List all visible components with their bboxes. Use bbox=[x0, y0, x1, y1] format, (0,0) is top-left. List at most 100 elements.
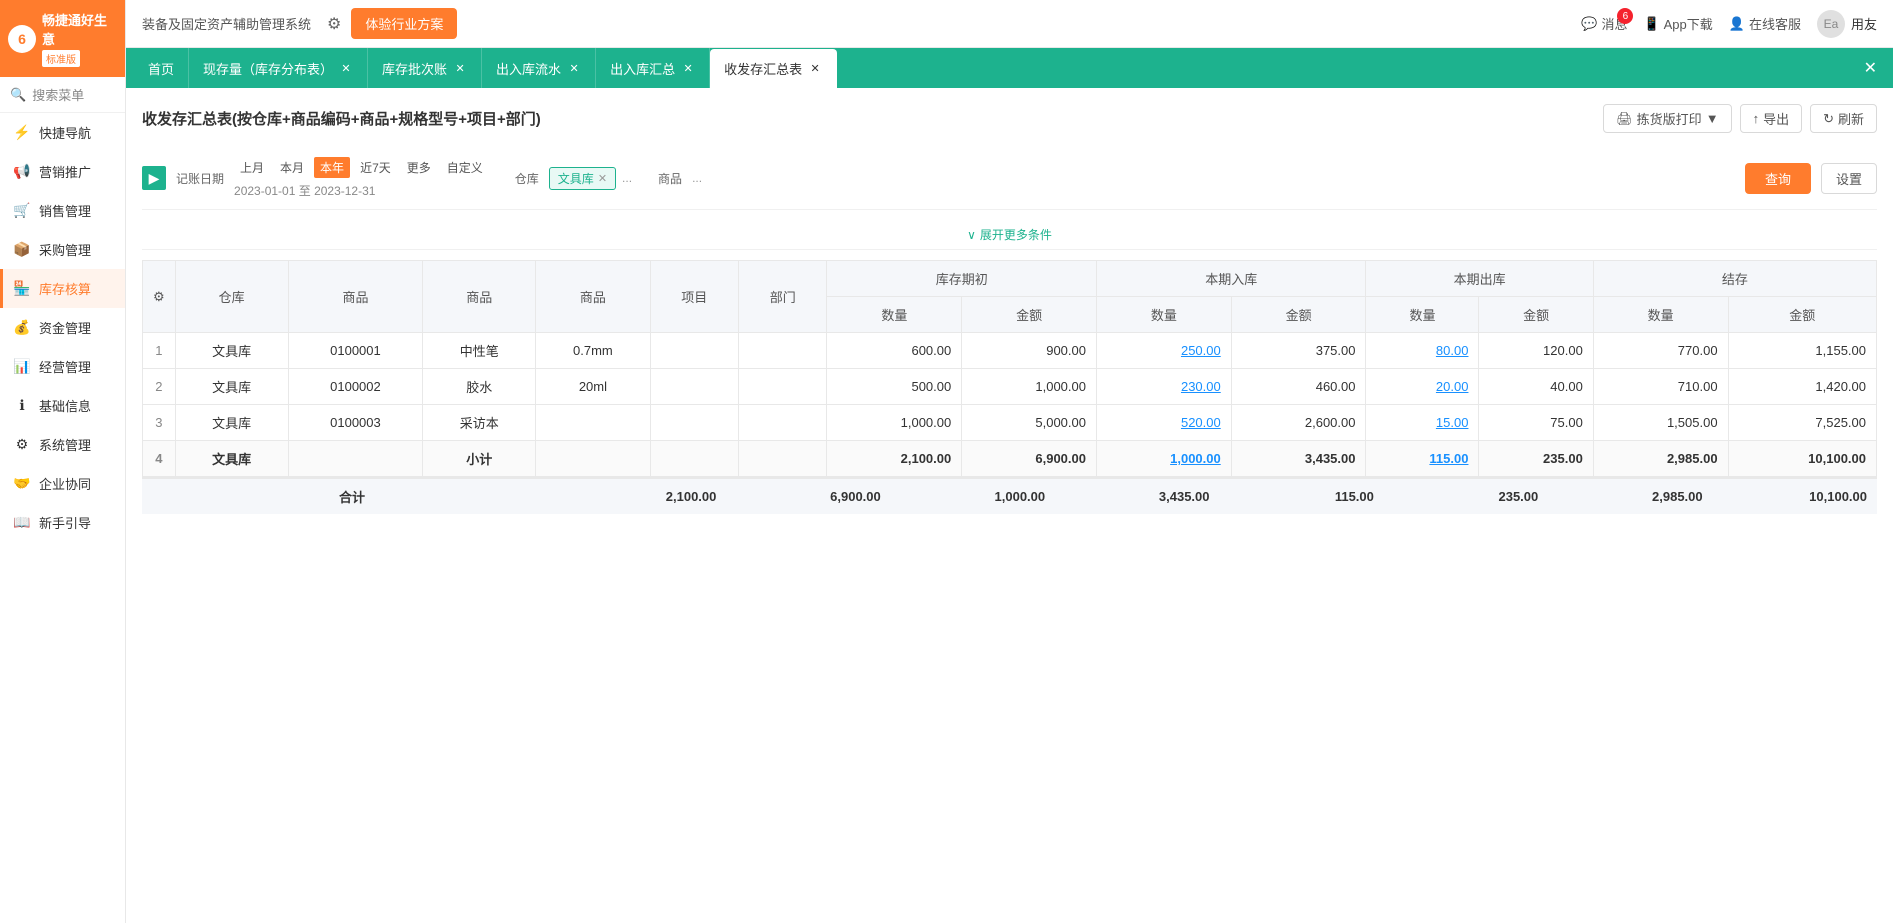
tab-in-out-summary[interactable]: 出入库汇总 ✕ bbox=[596, 48, 710, 88]
tab-home[interactable]: 首页 bbox=[134, 48, 189, 88]
row-close-qty-0: 770.00 bbox=[1593, 333, 1728, 369]
sidebar-item-operations[interactable]: 📊 经营管理 bbox=[0, 347, 125, 386]
row-warehouse-2: 文具库 bbox=[175, 405, 288, 441]
shortcut-more[interactable]: 更多 bbox=[401, 157, 437, 178]
refresh-btn[interactable]: ↻ 刷新 bbox=[1810, 104, 1877, 133]
sidebar-item-system[interactable]: ⚙ 系统管理 bbox=[0, 425, 125, 464]
topbar-gear-icon[interactable]: ⚙ bbox=[327, 14, 341, 34]
row-settings-0[interactable]: 1 bbox=[143, 333, 176, 369]
tab-close-in-out-summary[interactable]: ✕ bbox=[681, 61, 695, 75]
tab-label-in-out-summary: 出入库汇总 bbox=[610, 59, 675, 78]
row-in-amt-2: 2,600.00 bbox=[1231, 405, 1366, 441]
row-project-0 bbox=[650, 333, 738, 369]
shortcut-this-year[interactable]: 本年 bbox=[314, 157, 350, 178]
out-qty-link-0[interactable]: 80.00 bbox=[1436, 343, 1469, 358]
topbar: 装备及固定资产辅助管理系统 ⚙ 体验行业方案 💬 消息 6 📱 App下载 👤 … bbox=[126, 0, 1893, 48]
sidebar-item-purchase[interactable]: 📦 采购管理 bbox=[0, 230, 125, 269]
goods-more-btn[interactable]: ... bbox=[692, 171, 702, 185]
row-settings-2[interactable]: 3 bbox=[143, 405, 176, 441]
shortcut-custom[interactable]: 自定义 bbox=[441, 157, 489, 178]
sidebar-item-inventory[interactable]: 🏪 库存核算 bbox=[0, 269, 125, 308]
row-in-qty-3[interactable]: 1,000.00 bbox=[1096, 441, 1231, 477]
tab-inventory-dist[interactable]: 现存量（库存分布表）✕ bbox=[189, 48, 368, 88]
app-download-action[interactable]: 📱 App下载 bbox=[1643, 14, 1712, 33]
shortcut-this-month[interactable]: 本月 bbox=[274, 157, 310, 178]
query-btn[interactable]: 查询 bbox=[1745, 163, 1811, 194]
print-btn[interactable]: 🖨 拣货版打印 ▼ bbox=[1603, 104, 1731, 133]
sidebar-item-sales[interactable]: 🛒 销售管理 bbox=[0, 191, 125, 230]
shortcut-7days[interactable]: 近7天 bbox=[354, 157, 397, 178]
row-open-qty-1: 500.00 bbox=[827, 369, 962, 405]
nav-icon-sales: 🛒 bbox=[13, 202, 31, 220]
in-qty-link-2[interactable]: 520.00 bbox=[1181, 415, 1221, 430]
sidebar-item-marketing[interactable]: 📢 营销推广 bbox=[0, 152, 125, 191]
row-in-qty-0[interactable]: 250.00 bbox=[1096, 333, 1231, 369]
sidebar-item-basic[interactable]: ℹ 基础信息 bbox=[0, 386, 125, 425]
sidebar-item-guide[interactable]: 📖 新手引导 bbox=[0, 503, 125, 542]
tabs-container: 首页现存量（库存分布表）✕库存批次账✕出入库流水✕出入库汇总✕收发存汇总表✕ bbox=[134, 48, 1856, 88]
trial-btn[interactable]: 体验行业方案 bbox=[351, 8, 457, 39]
warehouse-more-btn[interactable]: ... bbox=[622, 171, 632, 185]
row-close-qty-3: 2,985.00 bbox=[1593, 441, 1728, 477]
col-warehouse-header: 仓库 bbox=[175, 261, 288, 333]
row-out-qty-0[interactable]: 80.00 bbox=[1366, 333, 1479, 369]
system-name: 装备及固定资产辅助管理系统 bbox=[142, 14, 311, 33]
out-qty-link-3[interactable]: 115.00 bbox=[1429, 451, 1468, 466]
page-container: 收发存汇总表(按仓库+商品编码+商品+规格型号+项目+部门) 🖨 拣货版打印 ▼… bbox=[126, 88, 1893, 923]
settings-btn[interactable]: 设置 bbox=[1821, 163, 1877, 194]
message-action[interactable]: 💬 消息 6 bbox=[1581, 14, 1627, 33]
content-area: 收发存汇总表(按仓库+商品编码+商品+规格型号+项目+部门) 🖨 拣货版打印 ▼… bbox=[126, 88, 1893, 923]
col-settings-header[interactable]: ⚙ bbox=[143, 261, 176, 333]
tab-close-inventory-dist[interactable]: ✕ bbox=[339, 61, 353, 75]
close-all-tabs-btn[interactable]: ✕ bbox=[1856, 58, 1885, 78]
tab-close-receive-dispatch[interactable]: ✕ bbox=[808, 62, 822, 76]
tab-close-in-out-flow[interactable]: ✕ bbox=[567, 61, 581, 75]
tab-in-out-flow[interactable]: 出入库流水✕ bbox=[482, 48, 596, 88]
app-download-label: App下载 bbox=[1664, 14, 1713, 33]
row-name-2: 采访本 bbox=[423, 405, 536, 441]
row-out-qty-2[interactable]: 15.00 bbox=[1366, 405, 1479, 441]
row-settings-1[interactable]: 2 bbox=[143, 369, 176, 405]
sidebar-item-enterprise[interactable]: 🤝 企业协同 bbox=[0, 464, 125, 503]
in-qty-link-1[interactable]: 230.00 bbox=[1181, 379, 1221, 394]
print-dropdown-icon: ▼ bbox=[1706, 111, 1719, 126]
refresh-icon: ↻ bbox=[1823, 111, 1834, 127]
row-out-qty-3[interactable]: 115.00 bbox=[1366, 441, 1479, 477]
warehouse-tag-remove[interactable]: ✕ bbox=[598, 172, 607, 185]
in-qty-link-0[interactable]: 250.00 bbox=[1181, 343, 1221, 358]
row-settings-3[interactable]: 4 bbox=[143, 441, 176, 477]
row-out-amt-0: 120.00 bbox=[1479, 333, 1593, 369]
in-qty-link-3[interactable]: 1,000.00 bbox=[1170, 451, 1221, 466]
nav-label-system: 系统管理 bbox=[39, 435, 91, 454]
table-body: 1 文具库 0100001 中性笔 0.7mm 600.00 900.00 25… bbox=[143, 333, 1877, 477]
online-service-action[interactable]: 👤 在线客服 bbox=[1729, 14, 1801, 33]
out-qty-link-1[interactable]: 20.00 bbox=[1436, 379, 1469, 394]
shortcut-last-month[interactable]: 上月 bbox=[234, 157, 270, 178]
row-out-amt-3: 235.00 bbox=[1479, 441, 1593, 477]
export-btn[interactable]: ↑ 导出 bbox=[1740, 104, 1803, 133]
tab-receive-dispatch[interactable]: 收发存汇总表✕ bbox=[710, 49, 837, 89]
filter-toggle-btn[interactable]: ▶ bbox=[142, 166, 166, 190]
table-row: 3 文具库 0100003 采访本 1,000.00 5,000.00 520.… bbox=[143, 405, 1877, 441]
out-qty-link-2[interactable]: 15.00 bbox=[1436, 415, 1469, 430]
sidebar-item-quick-nav[interactable]: ⚡ 快捷导航 bbox=[0, 113, 125, 152]
tab-close-batch-account[interactable]: ✕ bbox=[453, 61, 467, 75]
warehouse-tag[interactable]: 文具库 ✕ bbox=[549, 167, 616, 190]
col-in-amt: 金额 bbox=[1231, 297, 1366, 333]
page-title-actions: 🖨 拣货版打印 ▼ ↑ 导出 ↻ 刷新 bbox=[1603, 104, 1877, 133]
expand-icon: ∨ bbox=[967, 228, 976, 242]
row-code-1: 0100002 bbox=[288, 369, 423, 405]
row-in-qty-2[interactable]: 520.00 bbox=[1096, 405, 1231, 441]
row-project-1 bbox=[650, 369, 738, 405]
print-icon: 🖨 bbox=[1616, 111, 1633, 127]
col-out-amt: 金额 bbox=[1479, 297, 1593, 333]
row-in-qty-1[interactable]: 230.00 bbox=[1096, 369, 1231, 405]
sidebar-item-finance[interactable]: 💰 资金管理 bbox=[0, 308, 125, 347]
expand-conditions-btn[interactable]: ∨ 展开更多条件 bbox=[967, 226, 1052, 243]
tab-batch-account[interactable]: 库存批次账✕ bbox=[368, 48, 482, 88]
search-menu-item[interactable]: 🔍 搜索菜单 bbox=[0, 77, 125, 113]
row-dept-1 bbox=[739, 369, 827, 405]
user-profile[interactable]: Ea 用友 bbox=[1817, 10, 1877, 38]
row-spec-0: 0.7mm bbox=[536, 333, 650, 369]
row-out-qty-1[interactable]: 20.00 bbox=[1366, 369, 1479, 405]
